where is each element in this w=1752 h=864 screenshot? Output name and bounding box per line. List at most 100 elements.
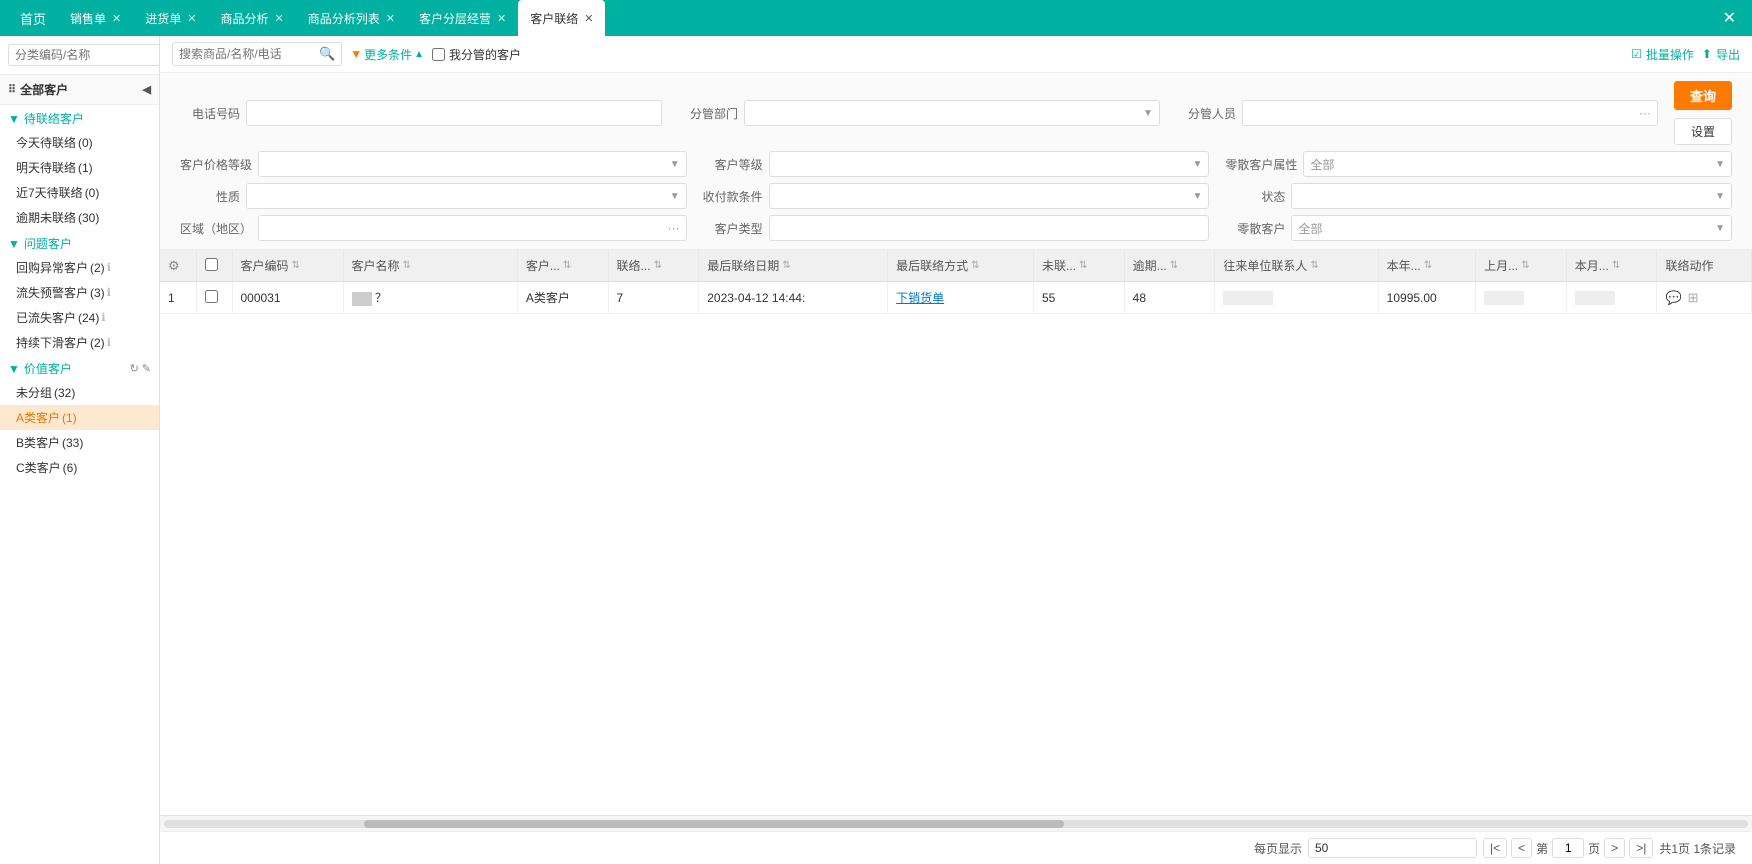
th-overdue-sort-icon: ⇅ — [1170, 260, 1178, 271]
export-btn[interactable]: ⬆ 导出 — [1702, 46, 1740, 63]
last-page-btn[interactable]: >| — [1629, 838, 1653, 858]
status-select[interactable]: ▼ — [1291, 183, 1732, 209]
region-input[interactable]: ··· — [258, 215, 687, 241]
nav-tab-purchase[interactable]: 进货单 ✕ — [133, 0, 208, 36]
grid-icon: ⠿ — [8, 83, 16, 96]
sidebar-item-7days[interactable]: 近7天待联络 (0) — [0, 180, 159, 205]
nav-tab-sales[interactable]: 销售单 ✕ — [58, 0, 133, 36]
content-area: 🔍 ▼ 更多条件 ▲ 我分管的客户 ☑ 批量操作 ⬆ 导出 — [160, 36, 1752, 864]
sidebar-pending-group[interactable]: ▼ 待联络客户 — [0, 105, 159, 130]
sidebar-all-customers[interactable]: ⠿ 全部客户 ◀ — [0, 75, 159, 105]
settings-button[interactable]: 设置 — [1674, 118, 1732, 145]
scrollbar-thumb[interactable] — [364, 820, 1064, 828]
th-code[interactable]: 客户编码 ⇅ — [232, 250, 343, 282]
sidebar-problem-group[interactable]: ▼ 问题客户 — [0, 230, 159, 255]
th-this-year[interactable]: 本年... ⇅ — [1378, 250, 1475, 282]
nature-label: 性质 — [180, 188, 240, 205]
scatter-select[interactable]: 全部 ▼ — [1291, 215, 1732, 241]
payment-select[interactable]: ▼ — [769, 183, 1210, 209]
th-this-month[interactable]: 本月... ⇅ — [1566, 250, 1657, 282]
sidebar-item-overdue[interactable]: 逾期未联络 (30) — [0, 205, 159, 230]
sidebar: 🔍 ⠿ 全部客户 ◀ ▼ 待联络客户 今天待联络 (0) 明天待联络 (1) 近… — [0, 36, 160, 864]
horizontal-scrollbar[interactable] — [160, 815, 1752, 831]
sidebar-item-warn[interactable]: 流失预警客户 (3) ℹ — [0, 280, 159, 305]
th-contact[interactable]: 联络... ⇅ — [608, 250, 699, 282]
adv-cell-status: 状态 ▼ — [1217, 183, 1740, 209]
sidebar-item-tomorrow[interactable]: 明天待联络 (1) — [0, 155, 159, 180]
action-qr-icon[interactable]: ⊞ — [1688, 290, 1699, 306]
sidebar-collapse-icon[interactable]: ◀ — [143, 83, 151, 96]
th-type-sort-icon: ⇅ — [563, 260, 571, 271]
sidebar-value-group[interactable]: ▼ 价值客户 ↻ ✎ — [0, 355, 159, 380]
per-page-input[interactable] — [1308, 838, 1477, 858]
phone-input[interactable] — [246, 100, 662, 126]
nav-tab-customer-mgmt[interactable]: 客户分层经营 ✕ — [407, 0, 518, 36]
sidebar-item-c-class[interactable]: C类客户 (6) — [0, 455, 159, 480]
td-last-method-link[interactable]: 下销货单 — [896, 291, 944, 305]
th-name-sort-icon: ⇅ — [403, 260, 411, 271]
value-refresh-icon[interactable]: ↻ — [130, 362, 139, 375]
table-gear-icon[interactable]: ⚙ — [168, 258, 180, 273]
window-close-button[interactable]: ✕ — [1715, 8, 1744, 28]
pending-tri-icon: ▼ — [8, 112, 20, 126]
my-customers-checkbox[interactable] — [432, 48, 445, 61]
nav-tab-analysis-list[interactable]: 商品分析列表 ✕ — [296, 0, 407, 36]
nav-tab-analysis[interactable]: 商品分析 ✕ — [208, 0, 295, 36]
nature-select[interactable]: ▼ — [246, 183, 687, 209]
close-sales-icon[interactable]: ✕ — [112, 12, 121, 25]
sidebar-search-input[interactable] — [8, 44, 160, 66]
th-last-method[interactable]: 最后联络方式 ⇅ — [888, 250, 1034, 282]
table-select-all[interactable] — [205, 258, 218, 271]
th-name[interactable]: 客户名称 ⇅ — [343, 250, 517, 282]
info-icon-lost: ℹ — [101, 311, 105, 324]
first-page-btn[interactable]: |< — [1483, 838, 1507, 858]
dept-select[interactable]: ▼ — [744, 100, 1160, 126]
person-input[interactable]: ··· — [1242, 100, 1658, 126]
th-person[interactable]: 往来单位联系人 ⇅ — [1215, 250, 1378, 282]
action-chat-icon[interactable]: 💬 — [1665, 290, 1681, 306]
sidebar-item-abnormal[interactable]: 回购异常客户 (2) ℹ — [0, 255, 159, 280]
export-icon: ⬆ — [1702, 47, 1712, 61]
sidebar-item-abnormal-badge: (2) — [90, 261, 105, 275]
td-last-date: 2023-04-12 14:44: — [699, 282, 888, 314]
next-page-btn[interactable]: > — [1604, 838, 1625, 858]
td-last-month — [1476, 282, 1567, 314]
scatter-attr-select[interactable]: 全部 ▼ — [1303, 151, 1732, 177]
sidebar-item-b-class[interactable]: B类客户 (33) — [0, 430, 159, 455]
th-uncontact[interactable]: 未联... ⇅ — [1034, 250, 1125, 282]
sidebar-item-ungroup[interactable]: 未分组 (32) — [0, 380, 159, 405]
sidebar-item-today[interactable]: 今天待联络 (0) — [0, 130, 159, 155]
query-button[interactable]: 查询 — [1674, 81, 1732, 110]
scrollbar-track[interactable] — [164, 820, 1748, 828]
close-customer-contact-icon[interactable]: ✕ — [584, 12, 593, 25]
total-info: 共1页 1条记录 — [1659, 840, 1736, 857]
sidebar-item-a-class[interactable]: A类客户 (1) — [0, 405, 159, 430]
sidebar-item-decline[interactable]: 持续下滑客户 (2) ℹ — [0, 330, 159, 355]
close-purchase-icon[interactable]: ✕ — [187, 12, 196, 25]
th-overdue[interactable]: 逾期... ⇅ — [1124, 250, 1215, 282]
td-uncontact: 55 — [1034, 282, 1125, 314]
sidebar-item-7days-badge: (0) — [85, 186, 100, 200]
cust-type-input[interactable] — [769, 215, 1210, 241]
th-last-month[interactable]: 上月... ⇅ — [1476, 250, 1567, 282]
prev-page-btn[interactable]: < — [1511, 838, 1532, 858]
more-conditions-btn[interactable]: ▼ 更多条件 ▲ — [350, 46, 424, 63]
price-level-select[interactable]: ▼ — [258, 151, 687, 177]
close-analysis-icon[interactable]: ✕ — [275, 12, 284, 25]
th-type-label: 客户... — [526, 257, 560, 274]
close-customer-mgmt-icon[interactable]: ✕ — [497, 12, 506, 25]
th-last-date[interactable]: 最后联络日期 ⇅ — [699, 250, 888, 282]
nav-tab-customer-contact[interactable]: 客户联络 ✕ — [518, 0, 605, 36]
sidebar-item-lost[interactable]: 已流失客户 (24) ℹ — [0, 305, 159, 330]
sidebar-item-tomorrow-badge: (1) — [78, 161, 93, 175]
th-type[interactable]: 客户... ⇅ — [517, 250, 608, 282]
row-select-checkbox[interactable] — [205, 290, 218, 303]
close-analysis-list-icon[interactable]: ✕ — [386, 12, 395, 25]
nav-home[interactable]: 首页 — [8, 9, 58, 28]
filter-search-input[interactable] — [179, 47, 319, 61]
batch-op-btn[interactable]: ☑ 批量操作 — [1631, 46, 1694, 63]
value-edit-icon[interactable]: ✎ — [142, 362, 151, 375]
filter-search-icon[interactable]: 🔍 — [319, 46, 335, 62]
page-input[interactable] — [1552, 838, 1584, 858]
cust-level-select[interactable]: ▼ — [769, 151, 1210, 177]
